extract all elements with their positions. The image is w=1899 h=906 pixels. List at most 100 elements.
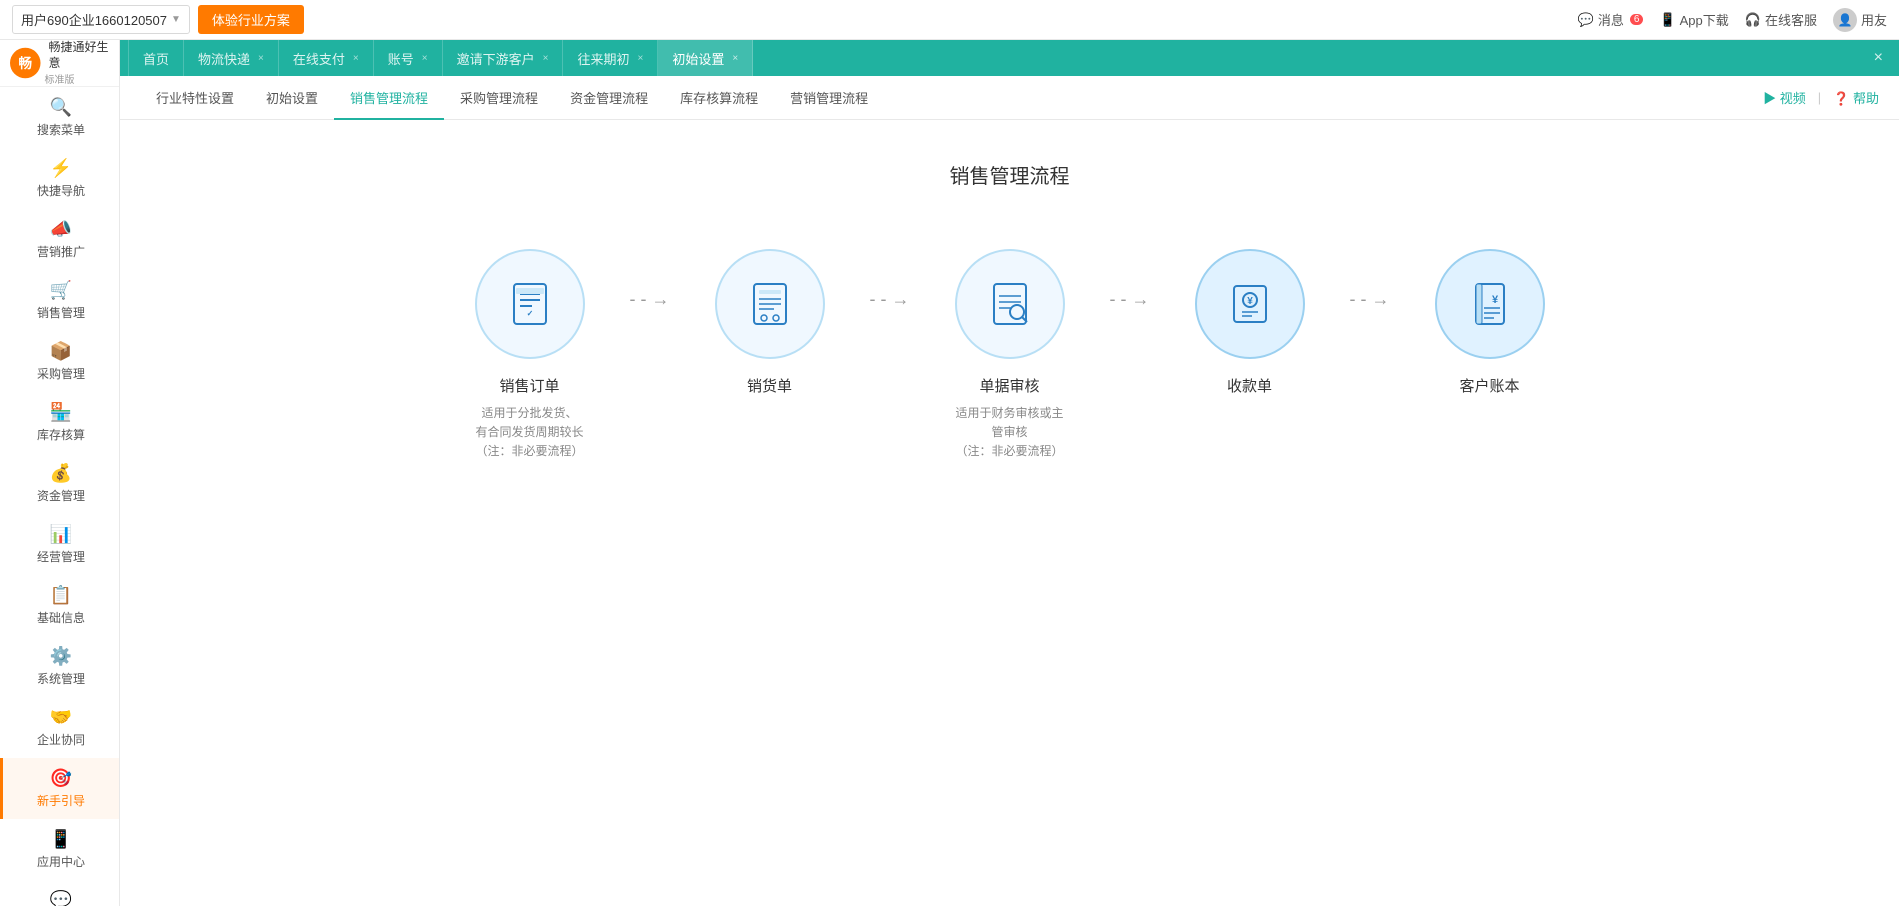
- review-icon: [984, 278, 1036, 330]
- page-content: 行业特性设置 初始设置 销售管理流程 采购管理流程 资金管理流程 库存核算流程: [120, 76, 1899, 906]
- service-item[interactable]: 🎧 在线客服: [1745, 10, 1817, 29]
- sub-tab-inventory-flow-label: 库存核算流程: [680, 88, 758, 107]
- inventory-icon: 🏪: [50, 402, 72, 423]
- user-select[interactable]: 用户690企业1660120507 ▼: [12, 5, 190, 34]
- avatar: 👤: [1833, 8, 1857, 32]
- sidebar-item-label-guide: 新手引导: [37, 792, 85, 809]
- sub-tab-marketing-flow[interactable]: 营销管理流程: [774, 76, 884, 120]
- top-bar-right: 💬 消息 6 📱 App下载 🎧 在线客服 👤 用友: [1578, 8, 1887, 32]
- tab-account-close[interactable]: ×: [422, 53, 428, 64]
- trial-button[interactable]: 体验行业方案: [198, 5, 304, 34]
- system-icon: ⚙️: [50, 646, 72, 667]
- flow-arrow-3: - - →: [1100, 249, 1160, 310]
- sub-tab-inventory-flow[interactable]: 库存核算流程: [664, 76, 774, 120]
- sidebar-item-finance[interactable]: 💰 资金管理: [0, 453, 119, 514]
- tab-payment-close[interactable]: ×: [353, 53, 359, 64]
- chevron-down-icon: ▼: [171, 14, 181, 25]
- svg-text:✓: ✓: [526, 309, 533, 318]
- flow-circle-receipt: ¥: [1195, 249, 1305, 359]
- message-item[interactable]: 💬 消息 6: [1578, 10, 1644, 29]
- step-name-receipt: 收款单: [1227, 375, 1272, 396]
- sidebar-item-inventory[interactable]: 🏪 库存核算: [0, 392, 119, 453]
- tab-period-init-close[interactable]: ×: [637, 53, 643, 64]
- tab-period-init[interactable]: 往来期初 ×: [563, 40, 658, 76]
- tab-payment[interactable]: 在线支付 ×: [279, 40, 374, 76]
- sidebar-item-marketing-promo[interactable]: 📣 营销推广: [0, 209, 119, 270]
- help-icon: ❓: [1833, 91, 1849, 106]
- arrow-icon-4: - - →: [1350, 289, 1390, 310]
- basic-icon: 📋: [50, 585, 72, 606]
- purchase-icon: 📦: [50, 341, 72, 362]
- sidebar-item-label-system: 系统管理: [37, 670, 85, 687]
- service-icon: 🎧: [1745, 12, 1761, 28]
- flow-step-sales-order: ✓ 销售订单 适用于分批发货、有合同发货周期较长（注：非必要流程）: [440, 249, 620, 462]
- tab-payment-label: 在线支付: [293, 49, 345, 68]
- tab-initial-setup[interactable]: 初始设置 ×: [658, 40, 753, 76]
- sub-tab-industry[interactable]: 行业特性设置: [140, 76, 250, 120]
- tab-period-init-label: 往来期初: [577, 49, 629, 68]
- service-label: 在线客服: [1765, 10, 1817, 29]
- step-desc-review: 适用于财务审核或主管审核（注：非必要流程）: [955, 404, 1063, 462]
- flow-circle-delivery: [715, 249, 825, 359]
- app-label: App下载: [1680, 10, 1729, 29]
- sub-tab-purchase-flow-label: 采购管理流程: [460, 88, 538, 107]
- sub-tab-init[interactable]: 初始设置: [250, 76, 334, 120]
- app-download-item[interactable]: 📱 App下载: [1659, 10, 1728, 29]
- tab-home[interactable]: 首页: [128, 40, 184, 76]
- user-avatar-item[interactable]: 👤 用友: [1833, 8, 1887, 32]
- step-name-delivery: 销货单: [747, 375, 792, 396]
- sales-order-icon: ✓: [504, 278, 556, 330]
- arrow-icon-2: - - →: [870, 289, 910, 310]
- app-icon: 📱: [1659, 12, 1675, 28]
- top-bar: 用户690企业1660120507 ▼ 体验行业方案 💬 消息 6 📱 App下…: [0, 0, 1899, 40]
- tab-logistics[interactable]: 物流快递 ×: [184, 40, 279, 76]
- sidebar-item-search[interactable]: 🔍 搜索菜单: [0, 87, 119, 148]
- sidebar-item-app-center[interactable]: 📱 应用中心: [0, 819, 119, 880]
- sub-tab-sales-flow[interactable]: 销售管理流程: [334, 76, 444, 120]
- flow-circle-account-book: ¥: [1435, 249, 1545, 359]
- flow-step-review: 单据审核 适用于财务审核或主管审核（注：非必要流程）: [920, 249, 1100, 462]
- wechat-icon: 💬: [50, 890, 72, 906]
- svg-text:¥: ¥: [1247, 296, 1253, 307]
- sidebar: 畅 畅捷通好生意 标准版 🔍 搜索菜单 ⚡ 快捷导航 📣 营销推广 🛒 销售管理…: [0, 40, 120, 906]
- sub-tab-sales-flow-label: 销售管理流程: [350, 88, 428, 107]
- sidebar-item-basic[interactable]: 📋 基础信息: [0, 575, 119, 636]
- tab-account[interactable]: 账号 ×: [374, 40, 443, 76]
- flow-step-receipt: ¥ 收款单: [1160, 249, 1340, 404]
- step-name-review: 单据审核: [979, 375, 1039, 396]
- guide-icon: 🎯: [50, 768, 72, 789]
- tab-initial-setup-close[interactable]: ×: [732, 53, 738, 64]
- video-link[interactable]: ▶ 视频: [1763, 88, 1806, 107]
- sidebar-item-label-quick: 快捷导航: [37, 182, 85, 199]
- sidebar-item-label-inventory: 库存核算: [37, 426, 85, 443]
- sidebar-item-system[interactable]: ⚙️ 系统管理: [0, 636, 119, 697]
- sidebar-item-purchase[interactable]: 📦 采购管理: [0, 331, 119, 392]
- enterprise-icon: 🤝: [50, 707, 72, 728]
- sidebar-item-quick[interactable]: ⚡ 快捷导航: [0, 148, 119, 209]
- sidebar-item-guide[interactable]: 🎯 新手引导: [0, 758, 119, 819]
- sidebar-item-wechat[interactable]: 💬 企业微信: [0, 880, 119, 906]
- finance-icon: 💰: [50, 463, 72, 484]
- arrow-icon-1: - - →: [630, 289, 670, 310]
- nav-close-all[interactable]: ×: [1866, 49, 1891, 67]
- user-name: 用友: [1861, 10, 1887, 29]
- sub-tab-right: ▶ 视频 | ❓ 帮助: [1763, 88, 1879, 107]
- tab-logistics-close[interactable]: ×: [258, 53, 264, 64]
- sidebar-item-enterprise[interactable]: 🤝 企业协同: [0, 697, 119, 758]
- tab-invite-close[interactable]: ×: [543, 53, 549, 64]
- sidebar-item-sales[interactable]: 🛒 销售管理: [0, 270, 119, 331]
- flow-title: 销售管理流程: [180, 160, 1839, 189]
- sub-tab-finance-flow[interactable]: 资金管理流程: [554, 76, 664, 120]
- sub-tabs: 行业特性设置 初始设置 销售管理流程 采购管理流程 资金管理流程 库存核算流程: [120, 76, 1899, 120]
- sub-tab-purchase-flow[interactable]: 采购管理流程: [444, 76, 554, 120]
- flow-circle-review: [955, 249, 1065, 359]
- help-link[interactable]: ❓ 帮助: [1833, 88, 1879, 107]
- sidebar-item-operations[interactable]: 📊 经营管理: [0, 514, 119, 575]
- quick-icon: ⚡: [50, 158, 72, 179]
- message-badge: 6: [1630, 14, 1644, 25]
- flow-arrow-4: - - →: [1340, 249, 1400, 310]
- tab-invite-label: 邀请下游客户: [457, 49, 535, 68]
- tab-invite[interactable]: 邀请下游客户 ×: [443, 40, 564, 76]
- step-desc-sales-order: 适用于分批发货、有合同发货周期较长（注：非必要流程）: [475, 404, 583, 462]
- logo-badge: 标准版: [45, 71, 109, 86]
